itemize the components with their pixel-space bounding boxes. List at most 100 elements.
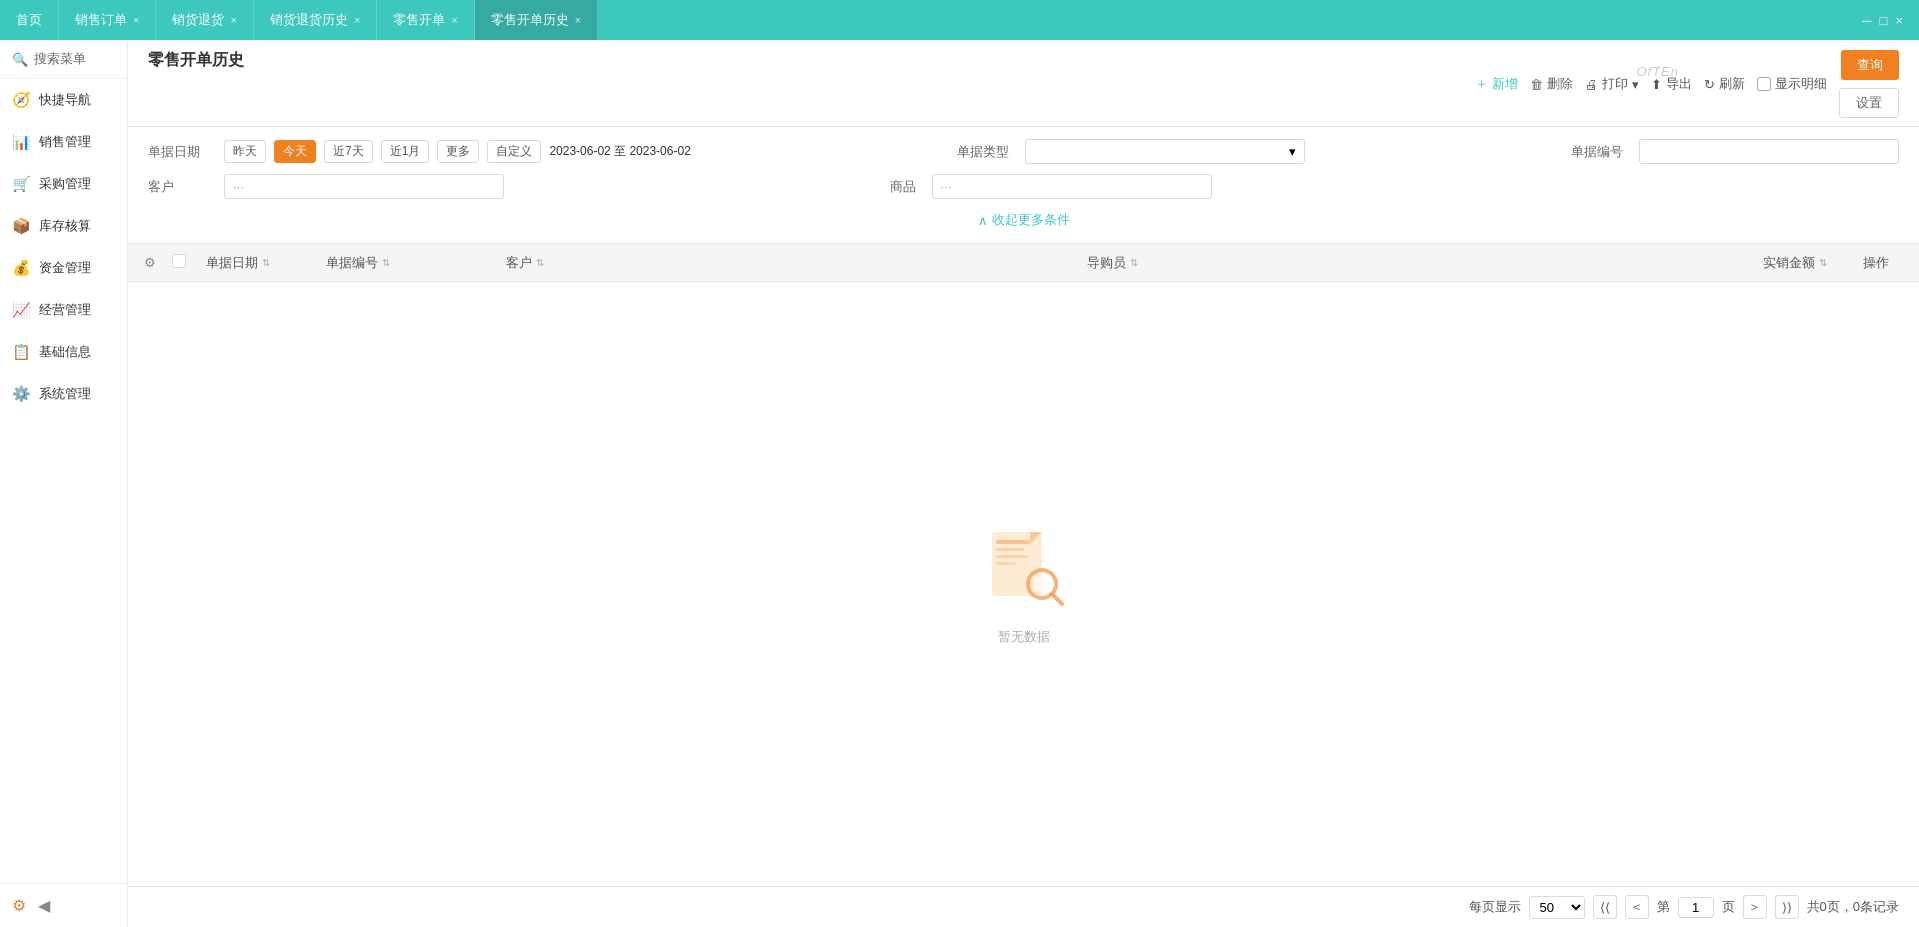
th-customer-sort-icon: ⇅ bbox=[536, 257, 544, 268]
doc-type-select[interactable]: ▾ bbox=[1025, 139, 1305, 164]
goods-input[interactable]: ··· bbox=[932, 174, 1212, 199]
th-amount-sort-icon: ⇅ bbox=[1819, 257, 1827, 268]
top-bar: 首页 销售订单 × 销货退货 × 销货退货历史 × 零售开单 × 零售开单历史 … bbox=[0, 0, 1919, 40]
th-customer[interactable]: 客户 ⇅ bbox=[494, 254, 1075, 272]
tab-sales-order[interactable]: 销售订单 × bbox=[59, 0, 156, 40]
per-page-select[interactable]: 20 50 100 bbox=[1529, 896, 1585, 919]
window-close-button[interactable]: × bbox=[1895, 13, 1903, 28]
sidebar-item-system-mgmt-label: 系统管理 bbox=[39, 385, 91, 403]
svg-line-8 bbox=[1052, 594, 1062, 604]
tab-retail-open-close[interactable]: × bbox=[451, 14, 457, 26]
tab-sales-return-label: 销货退货 bbox=[172, 11, 224, 29]
sidebar-item-quick-nav[interactable]: 🧭 快捷导航 bbox=[0, 79, 127, 121]
collapse-label: 收起更多条件 bbox=[992, 211, 1070, 229]
collapse-icon: ∧ bbox=[978, 213, 988, 228]
filter-area: 单据日期 昨天 今天 近7天 近1月 更多 自定义 2023-06-02 至 2… bbox=[128, 127, 1919, 244]
filter-row-1: 单据日期 昨天 今天 近7天 近1月 更多 自定义 2023-06-02 至 2… bbox=[148, 139, 1899, 164]
sidebar-search[interactable]: 🔍 搜索菜单 bbox=[0, 40, 127, 79]
sidebar-item-inventory-label: 库存核算 bbox=[39, 217, 91, 235]
basic-info-icon: 📋 bbox=[12, 343, 31, 361]
th-date[interactable]: 单据日期 ⇅ bbox=[194, 254, 314, 272]
add-icon: ＋ bbox=[1475, 75, 1488, 93]
tab-bar: 首页 销售订单 × 销货退货 × 销货退货历史 × 零售开单 × 零售开单历史 … bbox=[0, 0, 1846, 40]
tab-retail-open[interactable]: 零售开单 × bbox=[377, 0, 474, 40]
table-header: ⚙ 单据日期 ⇅ 单据编号 ⇅ 客户 ⇅ 导购员 ⇅ bbox=[128, 244, 1919, 282]
tab-sales-return-close[interactable]: × bbox=[230, 14, 236, 26]
sidebar-item-basic-info-label: 基础信息 bbox=[39, 343, 91, 361]
tab-sales-return-history-label: 销货退货历史 bbox=[270, 11, 348, 29]
tab-home[interactable]: 首页 bbox=[0, 0, 59, 40]
table-select-all[interactable] bbox=[164, 254, 194, 271]
query-button[interactable]: 查询 bbox=[1841, 50, 1899, 80]
page-header: 零售开单历史 ＋ 新增 🗑 删除 🖨 打印 ▾ ⬆ 导出 bbox=[128, 40, 1919, 127]
sidebar-settings-icon[interactable]: ⚙ bbox=[12, 896, 26, 915]
sidebar-item-inventory[interactable]: 📦 库存核算 bbox=[0, 205, 127, 247]
add-label: 新增 bbox=[1492, 75, 1518, 93]
collapse-button[interactable]: ∧ 收起更多条件 bbox=[978, 209, 1070, 231]
tab-retail-open-history-label: 零售开单历史 bbox=[491, 11, 569, 29]
sidebar-collapse-icon[interactable]: ◀ bbox=[38, 896, 50, 915]
date-btn-today[interactable]: 今天 bbox=[274, 140, 316, 163]
date-range-display: 2023-06-02 至 2023-06-02 bbox=[549, 143, 690, 160]
tab-sales-return-history-close[interactable]: × bbox=[354, 14, 360, 26]
toolbar: ＋ 新增 🗑 删除 🖨 打印 ▾ ⬆ 导出 ↻ 刷新 bbox=[1475, 50, 1899, 126]
date-btn-1month[interactable]: 近1月 bbox=[381, 140, 430, 163]
operations-icon: 📈 bbox=[12, 301, 31, 319]
window-min-button[interactable]: ─ bbox=[1862, 13, 1871, 28]
date-btn-7days[interactable]: 近7天 bbox=[324, 140, 373, 163]
tab-retail-open-label: 零售开单 bbox=[393, 11, 445, 29]
per-page-label: 每页显示 bbox=[1469, 898, 1521, 916]
tab-sales-order-close[interactable]: × bbox=[133, 14, 139, 26]
delete-icon: 🗑 bbox=[1530, 77, 1543, 92]
sidebar-item-system-mgmt[interactable]: ⚙️ 系统管理 bbox=[0, 373, 127, 415]
page-suffix: 页 bbox=[1722, 898, 1735, 916]
sidebar: 🔍 搜索菜单 🧭 快捷导航 📊 销售管理 🛒 采购管理 📦 库存核算 💰 资金管… bbox=[0, 40, 128, 927]
date-btn-yesterday[interactable]: 昨天 bbox=[224, 140, 266, 163]
last-page-button[interactable]: ⟩⟩ bbox=[1775, 895, 1799, 919]
th-num[interactable]: 单据编号 ⇅ bbox=[314, 254, 494, 272]
next-page-button[interactable]: ＞ bbox=[1743, 895, 1767, 919]
print-button[interactable]: 🖨 打印 ▾ bbox=[1585, 75, 1639, 93]
export-icon: ⬆ bbox=[1651, 77, 1662, 92]
svg-rect-4 bbox=[996, 562, 1016, 565]
refresh-button[interactable]: ↻ 刷新 bbox=[1704, 75, 1745, 93]
export-button[interactable]: ⬆ 导出 bbox=[1651, 75, 1692, 93]
sidebar-item-finance-label: 资金管理 bbox=[39, 259, 91, 277]
setting-button[interactable]: 设置 bbox=[1839, 88, 1899, 118]
th-guide[interactable]: 导购员 ⇅ bbox=[1075, 254, 1195, 272]
date-btn-custom[interactable]: 自定义 bbox=[487, 140, 541, 163]
prev-page-button[interactable]: ＜ bbox=[1625, 895, 1649, 919]
doc-type-value bbox=[1034, 144, 1038, 159]
window-controls: ─ □ × bbox=[1846, 13, 1919, 28]
add-button[interactable]: ＋ 新增 bbox=[1475, 75, 1518, 93]
first-page-button[interactable]: ⟨⟨ bbox=[1593, 895, 1617, 919]
page-input[interactable] bbox=[1678, 897, 1714, 918]
tab-sales-return-history[interactable]: 销货退货历史 × bbox=[254, 0, 377, 40]
refresh-label: 刷新 bbox=[1719, 75, 1745, 93]
th-amount[interactable]: 实销金额 ⇅ bbox=[1751, 254, 1851, 272]
sidebar-item-quick-nav-label: 快捷导航 bbox=[39, 91, 91, 109]
sidebar-item-purchase-mgmt[interactable]: 🛒 采购管理 bbox=[0, 163, 127, 205]
doc-num-input[interactable] bbox=[1639, 139, 1899, 164]
select-all-checkbox bbox=[172, 254, 186, 268]
delete-button[interactable]: 🗑 删除 bbox=[1530, 75, 1573, 93]
tab-retail-open-history[interactable]: 零售开单历史 × bbox=[475, 0, 598, 40]
tab-sales-return[interactable]: 销货退货 × bbox=[156, 0, 253, 40]
doc-num-label: 单据编号 bbox=[1563, 143, 1623, 161]
tab-retail-open-history-close[interactable]: × bbox=[575, 14, 581, 26]
action-btns: 查询 设置 bbox=[1839, 50, 1899, 118]
export-label: 导出 bbox=[1666, 75, 1692, 93]
sidebar-item-basic-info[interactable]: 📋 基础信息 bbox=[0, 331, 127, 373]
customer-input[interactable]: ··· bbox=[224, 174, 504, 199]
show-detail-button[interactable]: 显示明细 bbox=[1757, 75, 1827, 93]
collapse-row: ∧ 收起更多条件 bbox=[148, 209, 1899, 231]
window-max-button[interactable]: □ bbox=[1880, 13, 1888, 28]
table-settings-icon[interactable]: ⚙ bbox=[136, 255, 164, 270]
th-action: 操作 bbox=[1851, 254, 1911, 272]
sidebar-item-finance[interactable]: 💰 资金管理 bbox=[0, 247, 127, 289]
sidebar-item-operations[interactable]: 📈 经营管理 bbox=[0, 289, 127, 331]
sidebar-search-label: 搜索菜单 bbox=[34, 50, 86, 68]
date-btn-more[interactable]: 更多 bbox=[437, 140, 479, 163]
th-num-sort-icon: ⇅ bbox=[382, 257, 390, 268]
sidebar-item-sales-mgmt[interactable]: 📊 销售管理 bbox=[0, 121, 127, 163]
